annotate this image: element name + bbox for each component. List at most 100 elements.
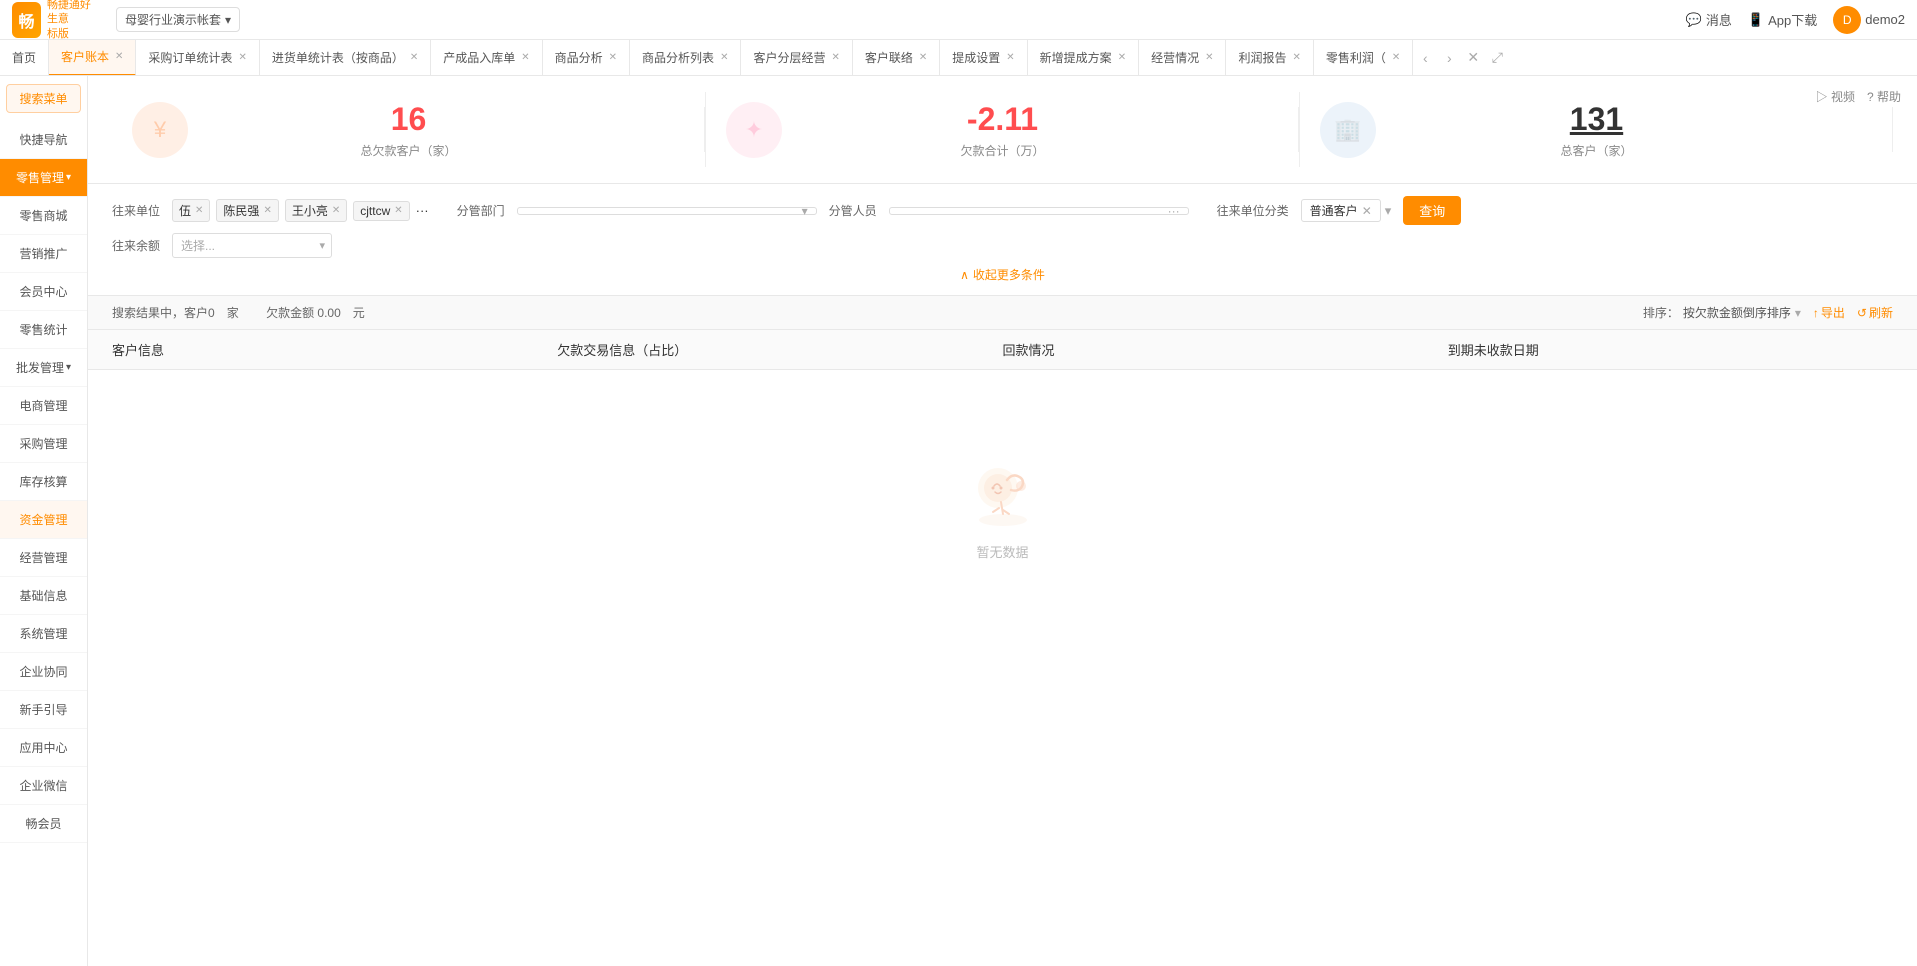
stat-total-debt-amount: ✦ -2.11 欠款合计（万） [705, 92, 1300, 167]
sidebar-item-purchase[interactable]: 采购管理 [0, 425, 87, 463]
filter-row-2: 往来余额 选择... [112, 233, 1893, 258]
sidebar-item-inventory[interactable]: 库存核算 [0, 463, 87, 501]
sidebar-item-vip[interactable]: 畅会员 [0, 805, 87, 843]
sidebar-item-new-guide[interactable]: 新手引导 [0, 691, 87, 729]
sidebar-item-operations[interactable]: 经营管理 [0, 539, 87, 577]
tab-new-promotion[interactable]: 新增提成方案 ✕ [1028, 40, 1139, 76]
export-btn[interactable]: ↑ 导出 [1813, 304, 1845, 321]
tab-profit-report[interactable]: 利润报告 ✕ [1226, 40, 1313, 76]
stat2-label: 欠款合计（万） [960, 142, 1044, 159]
sidebar: 搜索菜单 快捷导航 零售管理 ▾ 零售商城 营销推广 会员中心 零售统计 批发管… [0, 76, 88, 966]
tab-purchase-stats[interactable]: 进货单统计表（按商品） ✕ [260, 40, 431, 76]
person-input[interactable] [889, 207, 1189, 215]
stat1-icon: ¥ [132, 102, 188, 158]
query-button[interactable]: 查询 [1403, 196, 1461, 225]
tag-close-wang[interactable]: ✕ [332, 205, 340, 216]
sidebar-search-area: 搜索菜单 [0, 76, 87, 121]
collapse-row: ∧ 收起更多条件 [112, 266, 1893, 283]
close-tab-icon[interactable]: ✕ [238, 52, 246, 63]
search-menu-btn[interactable]: 搜索菜单 [6, 84, 81, 113]
logo-area: 畅 畅捷通好生意 标版 [12, 0, 100, 41]
stat3-number: 131 [1570, 100, 1623, 138]
balance-select[interactable]: 选择... [172, 233, 332, 258]
close-tab-icon[interactable]: ✕ [720, 52, 728, 63]
refresh-btn[interactable]: ↺ 刷新 [1857, 304, 1893, 321]
classify-dropdown-icon[interactable]: ▾ [1385, 203, 1392, 219]
tab-customer-layer[interactable]: 客户分层经营 ✕ [741, 40, 852, 76]
dept-input[interactable]: ▾ [517, 207, 817, 215]
classify-area: 普通客户 ✕ ▾ [1301, 199, 1392, 222]
empty-state-icon [963, 450, 1043, 530]
close-tab-icon[interactable]: ✕ [1392, 52, 1400, 63]
collapse-btn[interactable]: ∧ 收起更多条件 [960, 266, 1045, 283]
tag-close-wu[interactable]: ✕ [195, 205, 203, 216]
sidebar-item-retail-mall[interactable]: 零售商城 [0, 197, 87, 235]
filter-tags: 伍 ✕ 陈民强 ✕ 王小亮 ✕ cjttcw ✕ ··· [172, 199, 429, 222]
tab-product-analysis[interactable]: 商品分析 ✕ [543, 40, 630, 76]
tab-customer-cost[interactable]: 客户账本 ✕ [49, 40, 136, 76]
sidebar-item-quick-nav[interactable]: 快捷导航 [0, 121, 87, 159]
filter-row-1: 往来单位 伍 ✕ 陈民强 ✕ 王小亮 ✕ cjttcw [112, 196, 1893, 225]
stat-total-debt-customers: ¥ 16 总欠款客户（家） [112, 92, 705, 167]
nav-prev-arrow[interactable]: ‹ [1413, 40, 1437, 76]
sort-chevron-icon[interactable]: ▾ [1795, 306, 1801, 320]
classify-tag-close[interactable]: ✕ [1362, 204, 1372, 218]
message-btn[interactable]: 💬 消息 [1686, 10, 1732, 29]
sort-label: 排序： 按欠款金额倒序排序 ▾ [1643, 304, 1801, 321]
close-tab-icon[interactable]: ✕ [1293, 52, 1301, 63]
sidebar-item-enterprise[interactable]: 企业协同 [0, 653, 87, 691]
tab-product-inbound[interactable]: 产成品入库单 ✕ [431, 40, 542, 76]
tab-promotion-settings[interactable]: 提成设置 ✕ [940, 40, 1027, 76]
sidebar-item-system[interactable]: 系统管理 [0, 615, 87, 653]
account-selector[interactable]: 母婴行业演示帐套 ▾ [116, 7, 240, 32]
sidebar-item-ecommerce[interactable]: 电商管理 [0, 387, 87, 425]
app-download-btn[interactable]: 📱 App下载 [1748, 10, 1817, 29]
tab-customer-contact[interactable]: 客户联络 ✕ [853, 40, 940, 76]
tab-home[interactable]: 首页 [0, 40, 49, 76]
sidebar-item-app-center[interactable]: 应用中心 [0, 729, 87, 767]
message-icon: 💬 [1686, 12, 1702, 28]
tab-business[interactable]: 经营情况 ✕ [1139, 40, 1226, 76]
debt-amount-info: 欠款金额 0.00元 [266, 306, 377, 320]
export-icon: ↑ [1813, 306, 1819, 320]
sidebar-item-batch-mgmt[interactable]: 批发管理 ▾ [0, 349, 87, 387]
sidebar-item-retail-stats[interactable]: 零售统计 [0, 311, 87, 349]
close-tab-icon[interactable]: ✕ [410, 52, 418, 63]
sidebar-item-finance[interactable]: 资金管理 [0, 501, 87, 539]
avatar-image: D [1833, 6, 1861, 34]
tag-close-cjttcw[interactable]: ✕ [394, 205, 402, 216]
help-btn[interactable]: ? 帮助 [1867, 88, 1901, 105]
table-area: 客户信息 欠款交易信息（占比） 回款情况 到期未收款日期 [88, 330, 1917, 966]
sidebar-item-enterprise-wechat[interactable]: 企业微信 [0, 767, 87, 805]
stat2-icon: ✦ [726, 102, 782, 158]
tab-purchase-order[interactable]: 采购订单统计表 ✕ [136, 40, 259, 76]
nav-next-arrow[interactable]: › [1437, 40, 1461, 76]
close-tab-icon[interactable]: ✕ [1118, 52, 1126, 63]
close-tab-icon[interactable]: ✕ [919, 52, 927, 63]
tag-more[interactable]: ··· [416, 203, 429, 218]
sidebar-item-member-center[interactable]: 会员中心 [0, 273, 87, 311]
nav-close-icon[interactable]: ✕ [1461, 40, 1485, 76]
chevron-icon: ▾ [66, 362, 71, 373]
close-tab-icon[interactable]: ✕ [521, 52, 529, 63]
sidebar-item-basic-info[interactable]: 基础信息 [0, 577, 87, 615]
tab-retail-profit[interactable]: 零售利润（ ✕ [1314, 40, 1413, 76]
close-tab-icon[interactable]: ✕ [115, 51, 123, 62]
close-tab-icon[interactable]: ✕ [1006, 52, 1014, 63]
close-tab-icon[interactable]: ✕ [609, 52, 617, 63]
video-btn[interactable]: ▷ 视频 [1816, 88, 1855, 105]
tab-product-analysis-list[interactable]: 商品分析列表 ✕ [630, 40, 741, 76]
sidebar-item-retail-mgmt[interactable]: 零售管理 ▾ [0, 159, 87, 197]
col-customer-info: 客户信息 [112, 340, 557, 359]
user-avatar[interactable]: D demo2 [1833, 6, 1905, 34]
stat2-number: -2.11 [967, 100, 1038, 138]
nav-expand-icon[interactable]: ⤢ [1485, 40, 1509, 76]
tag-close-chen[interactable]: ✕ [263, 205, 271, 216]
col-payment-info: 回款情况 [1003, 340, 1448, 359]
stat1-number: 16 [391, 100, 427, 138]
phone-icon: 📱 [1748, 12, 1764, 28]
sidebar-item-marketing[interactable]: 营销推广 [0, 235, 87, 273]
close-tab-icon[interactable]: ✕ [831, 52, 839, 63]
search-result-bar: 搜索结果中，客户0家 欠款金额 0.00元 排序： 按欠款金额倒序排序 ▾ ↑ … [88, 296, 1917, 330]
close-tab-icon[interactable]: ✕ [1205, 52, 1213, 63]
